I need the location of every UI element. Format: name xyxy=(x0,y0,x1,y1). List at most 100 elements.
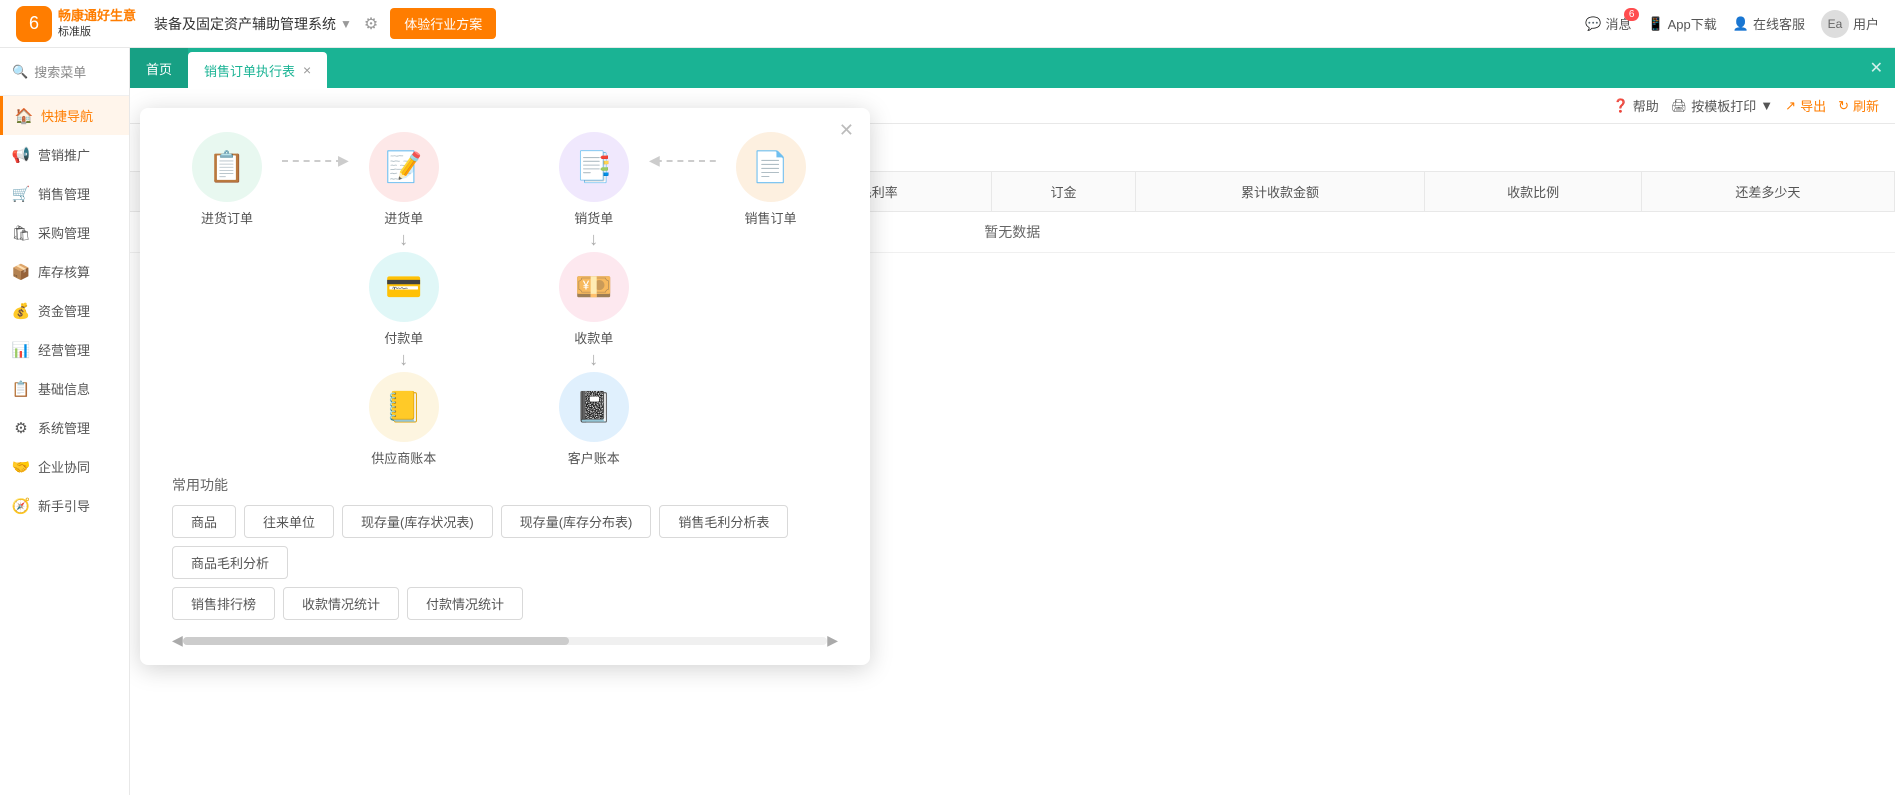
arrow-down-payment: ↓ xyxy=(399,229,408,250)
search-menu-btn[interactable]: 🔍 搜索菜单 xyxy=(8,58,121,85)
top-right: 💬 消息 6 📱 App下载 👤 在线客服 Ea 用户 xyxy=(1585,10,1879,38)
online-service-label: 在线客服 xyxy=(1753,14,1805,33)
app-wrapper: 6 畅康通好生意 标准版 装备及固定资产辅助管理系统 ▼ ⚙ 体验行业方案 💬 … xyxy=(0,0,1895,795)
online-service-btn[interactable]: 👤 在线客服 xyxy=(1733,14,1805,33)
common-btn-3[interactable]: 现存量(库存分布表) xyxy=(501,505,652,538)
common-section: 常用功能 商品 往来单位 现存量(库存状况表) 现存量(库存分布表) 销售毛利分… xyxy=(172,475,838,620)
flow-spacer xyxy=(459,132,539,152)
sidebar-label-newbie: 新手引导 xyxy=(38,496,90,515)
node-sales-bill[interactable]: 📑 销货单 xyxy=(539,132,649,227)
sidebar-item-quick-nav[interactable]: 🏠 快捷导航 xyxy=(0,96,129,135)
arrow-down-supplier: ↓ xyxy=(399,349,408,370)
common-btn-7[interactable]: 收款情况统计 xyxy=(283,587,399,620)
app-download-btn[interactable]: 📱 App下载 xyxy=(1647,14,1716,33)
scroll-right-btn[interactable]: ▶ xyxy=(827,632,838,649)
scrollbar-track[interactable] xyxy=(183,637,827,645)
node-purchase-order-label: 进货订单 xyxy=(201,208,253,227)
node-sales-order-circle: 📄 xyxy=(736,132,806,202)
modal-scrollbar: ◀ ▶ xyxy=(172,632,838,649)
node-customer-ledger-label: 客户账本 xyxy=(568,448,620,467)
common-btn-0[interactable]: 商品 xyxy=(172,505,236,538)
sidebar-item-newbie[interactable]: 🧭 新手引导 xyxy=(0,486,129,525)
node-sales-bill-label: 销货单 xyxy=(574,208,613,227)
arrow-down-customer: ↓ xyxy=(589,349,598,370)
sidebar-item-system[interactable]: ⚙ 系统管理 xyxy=(0,408,129,447)
avatar: Ea xyxy=(1821,10,1849,38)
sidebar-item-purchase[interactable]: 🛍 采购管理 xyxy=(0,213,129,252)
logo-icon: 6 xyxy=(16,6,52,42)
operations-icon: 📊 xyxy=(12,341,30,359)
node-payment-bill-label: 付款单 xyxy=(384,328,423,347)
node-supplier-ledger[interactable]: 📒 供应商账本 xyxy=(349,372,459,467)
common-btn-1[interactable]: 往来单位 xyxy=(244,505,334,538)
common-btns-row2: 销售排行榜 收款情况统计 付款情况统计 xyxy=(172,587,838,620)
node-purchase-bill[interactable]: 📝 进货单 xyxy=(349,132,459,227)
sidebar-label-marketing: 营销推广 xyxy=(38,145,90,164)
modal-box: ✕ 📋 进货订单 ▶ xyxy=(140,108,870,665)
common-btn-8[interactable]: 付款情况统计 xyxy=(407,587,523,620)
node-purchase-order[interactable]: 📋 进货订单 xyxy=(172,132,282,227)
node-payment-bill-circle: 💳 xyxy=(369,252,439,322)
system-title: 装备及固定资产辅助管理系统 ▼ ⚙ 体验行业方案 xyxy=(154,8,1585,39)
finance-icon: 💰 xyxy=(12,302,30,320)
common-btn-4[interactable]: 销售毛利分析表 xyxy=(659,505,788,538)
sidebar-label-finance: 资金管理 xyxy=(38,301,90,320)
node-receipt-bill-circle: 💴 xyxy=(559,252,629,322)
common-btn-2[interactable]: 现存量(库存状况表) xyxy=(342,505,493,538)
node-purchase-order-circle: 📋 xyxy=(192,132,262,202)
sidebar-label-cooperation: 企业协同 xyxy=(38,457,90,476)
basic-info-icon: 📋 xyxy=(12,380,30,398)
phone-icon: 📱 xyxy=(1647,16,1663,32)
sidebar-search[interactable]: 🔍 搜索菜单 xyxy=(0,48,129,96)
node-supplier-ledger-label: 供应商账本 xyxy=(371,448,436,467)
arrow-down-receipt: ↓ xyxy=(589,229,598,250)
search-menu-label: 搜索菜单 xyxy=(34,62,86,81)
sidebar-label-inventory: 库存核算 xyxy=(38,262,90,281)
cooperation-icon: 🤝 xyxy=(12,458,30,476)
sidebar-item-basic-info[interactable]: 📋 基础信息 xyxy=(0,369,129,408)
node-customer-ledger[interactable]: 📓 客户账本 xyxy=(539,372,649,467)
inventory-icon: 📦 xyxy=(12,263,30,281)
sidebar-item-operations[interactable]: 📊 经营管理 xyxy=(0,330,129,369)
sidebar-label-sales: 销售管理 xyxy=(38,184,90,203)
common-btn-5[interactable]: 商品毛利分析 xyxy=(172,546,288,579)
try-btn[interactable]: 体验行业方案 xyxy=(390,8,496,39)
marketing-icon: 📢 xyxy=(12,146,30,164)
scrollbar-thumb[interactable] xyxy=(183,637,570,645)
system-dropdown-btn[interactable]: ▼ xyxy=(340,17,352,31)
modal-close-btn[interactable]: ✕ xyxy=(839,120,854,141)
message-btn[interactable]: 💬 消息 6 xyxy=(1585,14,1631,33)
node-customer-ledger-circle: 📓 xyxy=(559,372,629,442)
sidebar-item-cooperation[interactable]: 🤝 企业协同 xyxy=(0,447,129,486)
node-payment-bill[interactable]: 💳 付款单 xyxy=(349,252,459,347)
logo-line2: 标准版 xyxy=(58,25,136,39)
node-purchase-bill-label: 进货单 xyxy=(384,208,423,227)
scroll-left-btn[interactable]: ◀ xyxy=(172,632,183,649)
newbie-icon: 🧭 xyxy=(12,497,30,515)
gear-btn[interactable]: ⚙ xyxy=(364,14,378,34)
common-btn-6[interactable]: 销售排行榜 xyxy=(172,587,275,620)
user-label: 用户 xyxy=(1853,14,1879,33)
sidebar: 🔍 搜索菜单 🏠 快捷导航 📢 营销推广 🛒 销售管理 🛍 xyxy=(0,48,130,795)
sidebar-nav: 🏠 快捷导航 📢 营销推广 🛒 销售管理 🛍 采购管理 📦 库存核 xyxy=(0,96,129,795)
message-badge: 6 xyxy=(1624,8,1640,21)
node-receipt-bill[interactable]: 💴 收款单 xyxy=(539,252,649,347)
sidebar-label-quick-nav: 快捷导航 xyxy=(41,106,93,125)
sidebar-item-inventory[interactable]: 📦 库存核算 xyxy=(0,252,129,291)
message-icon: 💬 xyxy=(1585,16,1601,32)
arrow-right-1: ▶ xyxy=(282,152,349,169)
sidebar-label-operations: 经营管理 xyxy=(38,340,90,359)
sidebar-item-finance[interactable]: 💰 资金管理 xyxy=(0,291,129,330)
sidebar-item-marketing[interactable]: 📢 营销推广 xyxy=(0,135,129,174)
system-title-text: 装备及固定资产辅助管理系统 xyxy=(154,14,336,34)
flow-col-sales-order: 📄 销售订单 xyxy=(716,132,826,227)
node-sales-order[interactable]: 📄 销售订单 xyxy=(716,132,826,227)
logo-area: 6 畅康通好生意 标准版 xyxy=(16,6,146,42)
sales-icon: 🛒 xyxy=(12,185,30,203)
user-area[interactable]: Ea 用户 xyxy=(1821,10,1879,38)
node-receipt-bill-label: 收款单 xyxy=(574,328,613,347)
flow-col-sales-bill: 📑 销货单 ↓ 💴 收款单 ↓ 📓 客户账本 xyxy=(539,132,649,467)
node-supplier-ledger-circle: 📒 xyxy=(369,372,439,442)
sidebar-item-sales[interactable]: 🛒 销售管理 xyxy=(0,174,129,213)
sidebar-label-system: 系统管理 xyxy=(38,418,90,437)
